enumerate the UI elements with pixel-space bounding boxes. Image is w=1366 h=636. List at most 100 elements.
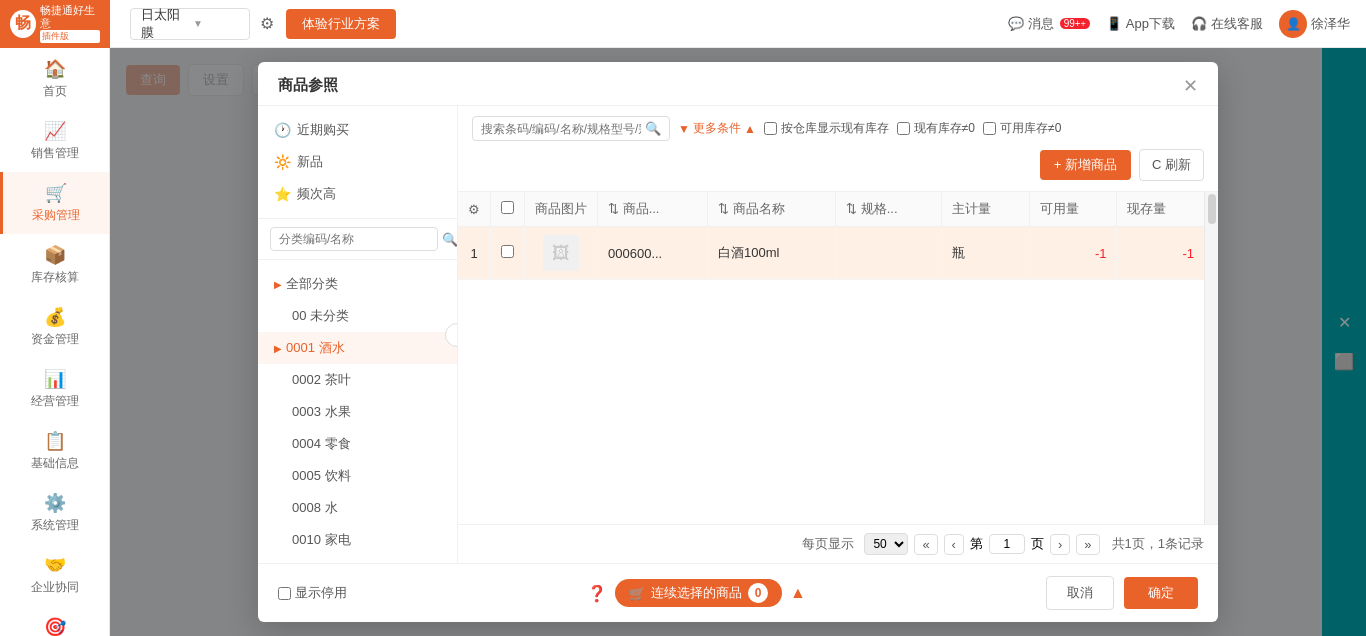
tree-item-water[interactable]: 0008 水: [258, 492, 457, 524]
select-all-checkbox[interactable]: [501, 201, 514, 214]
sidebar-item-finance[interactable]: 💰 资金管理: [0, 296, 109, 358]
filter-button[interactable]: ▼ 更多条件 ▲: [678, 120, 756, 137]
refresh-button[interactable]: C 刷新: [1139, 149, 1204, 181]
category-search-input[interactable]: [270, 227, 438, 251]
tab-label: 新品: [297, 153, 323, 171]
row-checkbox[interactable]: [501, 245, 514, 258]
search-icon[interactable]: 🔍: [442, 232, 458, 247]
tab-frequent[interactable]: ⭐ 频次高: [258, 178, 457, 210]
sidebar-item-purchase[interactable]: 🛒 采购管理: [0, 172, 109, 234]
app-download-item[interactable]: 📱 App下载: [1106, 15, 1175, 33]
sidebar-item-sales[interactable]: 📈 销售管理: [0, 110, 109, 172]
user-item[interactable]: 👤 徐泽华: [1279, 10, 1350, 38]
display-disabled-checkbox[interactable]: 显示停用: [278, 584, 347, 602]
prev-page-btn[interactable]: ‹: [944, 534, 964, 555]
add-product-button[interactable]: + 新增商品: [1040, 150, 1131, 180]
right-toolbar: 🔍 ▼ 更多条件 ▲ 按仓库显示现有库存: [458, 106, 1218, 192]
tree-item-uncategorized[interactable]: 00 未分类: [258, 300, 457, 332]
sidebar-item-basic-info[interactable]: 📋 基础信息: [0, 420, 109, 482]
logo: 畅 畅捷通好生意 插件版: [0, 0, 110, 48]
messages-item[interactable]: 💬 消息 99++: [1008, 15, 1090, 33]
td-checkbox[interactable]: [491, 227, 525, 280]
logo-badge: 插件版: [40, 30, 100, 43]
help-icon[interactable]: ❓: [587, 584, 607, 603]
sidebar-item-enterprise[interactable]: 🤝 企业协同: [0, 544, 109, 606]
product-search-input[interactable]: [481, 122, 641, 136]
toolbar-actions: + 新增商品 C 刷新: [1040, 149, 1204, 181]
cancel-button[interactable]: 取消: [1046, 576, 1114, 610]
tree-item-snack[interactable]: 0004 零食: [258, 428, 457, 460]
tree-label: 00 未分类: [292, 307, 349, 325]
tab-new[interactable]: 🔆 新品: [258, 146, 457, 178]
right-panel: 🔍 ▼ 更多条件 ▲ 按仓库显示现有库存: [458, 106, 1218, 563]
tab-label: 近期购买: [297, 121, 349, 139]
category-search: 🔍: [258, 219, 457, 260]
sidebar-label: 基础信息: [31, 455, 79, 472]
confirm-button[interactable]: 确定: [1124, 577, 1198, 609]
filter-label: 更多条件: [693, 120, 741, 137]
next-page-btn[interactable]: ›: [1050, 534, 1070, 555]
cart-button[interactable]: 🛒 连续选择的商品 0: [615, 579, 782, 607]
th-product-code[interactable]: ⇅ 商品...: [598, 192, 708, 227]
headset-icon: 🎧: [1191, 16, 1207, 31]
sidebar-item-guide[interactable]: 🎯 新手引导: [0, 606, 109, 636]
th-spec[interactable]: ⇅ 规格...: [836, 192, 942, 227]
tree-item-liquor[interactable]: ▶ 0001 酒水: [258, 332, 457, 364]
tree-item-tea[interactable]: 0002 茶叶: [258, 364, 457, 396]
checkbox-label: 按仓库显示现有库存: [781, 120, 889, 137]
close-icon[interactable]: ✕: [1183, 77, 1198, 95]
available-stock-checkbox[interactable]: [983, 122, 996, 135]
checkbox-available-stock[interactable]: 可用库存≠0: [983, 120, 1061, 137]
tree-item-all[interactable]: ▶ 全部分类: [258, 268, 457, 300]
checkbox-warehouse-stock[interactable]: 按仓库显示现有库存: [764, 120, 889, 137]
online-service-item[interactable]: 🎧 在线客服: [1191, 15, 1263, 33]
first-page-btn[interactable]: «: [914, 534, 937, 555]
chevron-up-icon: ▲: [744, 122, 756, 136]
star-icon: ⭐: [274, 186, 291, 202]
chevron-down-icon: ▼: [193, 18, 239, 29]
tab-label: 频次高: [297, 185, 336, 203]
checkbox-current-stock[interactable]: 现有库存≠0: [897, 120, 975, 137]
search-icon[interactable]: 🔍: [645, 121, 661, 136]
table-row[interactable]: 1 🖼 000600...: [458, 227, 1204, 280]
current-stock-checkbox[interactable]: [897, 122, 910, 135]
warehouse-stock-checkbox[interactable]: [764, 122, 777, 135]
tree-item-appliance[interactable]: 0010 家电: [258, 524, 457, 556]
footer-collapse-icon[interactable]: ▲: [790, 584, 806, 602]
new-icon: 🔆: [274, 154, 291, 170]
current-page-input[interactable]: [989, 534, 1025, 554]
basic-info-icon: 📋: [44, 430, 66, 452]
trial-button[interactable]: 体验行业方案: [286, 9, 396, 39]
operations-icon: 📊: [44, 368, 66, 390]
tree-item-fruit[interactable]: 0003 水果: [258, 396, 457, 428]
th-checkbox[interactable]: [491, 192, 525, 227]
checkbox-label: 现有库存≠0: [914, 120, 975, 137]
product-table: ⚙ 商品图片 ⇅: [458, 192, 1204, 280]
th-settings[interactable]: ⚙: [458, 192, 491, 227]
disabled-checkbox[interactable]: [278, 587, 291, 600]
nav-right: 💬 消息 99++ 📱 App下载 🎧 在线客服 👤 徐泽华: [1008, 10, 1350, 38]
sidebar-item-inventory[interactable]: 📦 库存核算: [0, 234, 109, 296]
sales-icon: 📈: [44, 120, 66, 142]
last-page-btn[interactable]: »: [1076, 534, 1099, 555]
th-product-name[interactable]: ⇅ 商品名称: [707, 192, 835, 227]
pagination-bar: 每页显示 50 « ‹ 第 页 › » 共1页，1条记录: [458, 524, 1218, 563]
tree-label: 全部分类: [286, 275, 338, 293]
tab-recent[interactable]: 🕐 近期购买: [258, 114, 457, 146]
product-reference-modal: 商品参照 ✕ 🕐 近期购买 🔆: [258, 62, 1218, 622]
sidebar-item-operations[interactable]: 📊 经营管理: [0, 358, 109, 420]
td-unit: 瓶: [942, 227, 1030, 280]
sidebar-label: 企业协同: [31, 579, 79, 596]
sidebar-item-home[interactable]: 🏠 首页: [0, 48, 109, 110]
scrollbar[interactable]: [1204, 192, 1218, 524]
th-stock: 现存量: [1117, 192, 1204, 227]
settings-icon[interactable]: ⚙: [260, 14, 274, 33]
sidebar-label: 资金管理: [31, 331, 79, 348]
tree-label: 0010 家电: [292, 531, 351, 549]
arrow-right-icon: ▶: [274, 343, 282, 354]
sidebar-item-system[interactable]: ⚙️ 系统管理: [0, 482, 109, 544]
tree-item-beverage[interactable]: 0005 饮料: [258, 460, 457, 492]
store-dropdown[interactable]: 日太阳膜 ▼: [130, 8, 250, 40]
per-page-select[interactable]: 50: [864, 533, 908, 555]
td-num: 1: [458, 227, 491, 280]
